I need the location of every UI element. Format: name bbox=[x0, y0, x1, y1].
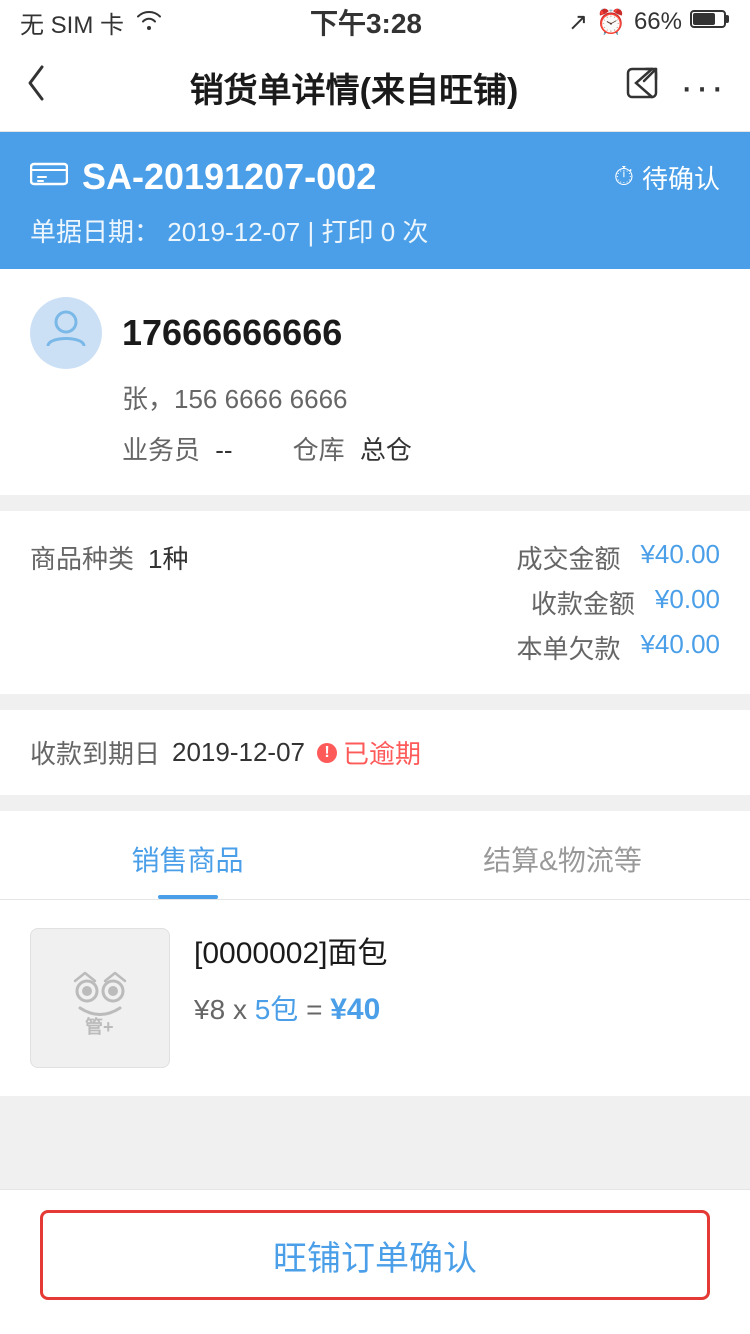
nav-bar: 销货单详情(来自旺铺) ··· bbox=[0, 44, 750, 132]
customer-name: 张，156 6666 6666 bbox=[122, 379, 720, 416]
alarm-icon: ⏰ bbox=[596, 8, 626, 37]
product-name: [0000002]面包 bbox=[194, 928, 720, 972]
order-header-icon bbox=[30, 160, 68, 195]
received-row: 收款金额 ¥0.00 bbox=[531, 584, 720, 621]
product-thumbnail: 管+ bbox=[30, 928, 170, 1068]
page-title: 销货单详情(来自旺铺) bbox=[84, 63, 624, 112]
tabs-row: 销售商品 结算&物流等 bbox=[0, 811, 750, 900]
status-clock-icon: ⏱ bbox=[614, 161, 634, 193]
product-price: ¥8 x 5包 = ¥40 bbox=[194, 988, 720, 1028]
summary-right: 成交金额 ¥40.00 收款金额 ¥0.00 本单欠款 ¥40.00 bbox=[516, 539, 720, 666]
wifi-icon bbox=[134, 8, 164, 37]
order-status-text: 待确认 bbox=[642, 159, 720, 196]
nav-actions: ··· bbox=[624, 65, 726, 110]
warehouse-label: 仓库 总仓 bbox=[293, 430, 412, 467]
overdue-icon: ! bbox=[317, 743, 337, 763]
status-time: 下午3:28 bbox=[310, 2, 422, 42]
customer-row: 17666666666 bbox=[30, 297, 720, 369]
svg-text:管+: 管+ bbox=[85, 1016, 114, 1037]
status-left: 无 SIM 卡 bbox=[20, 5, 164, 40]
back-button[interactable] bbox=[24, 63, 84, 113]
summary-left: 商品种类 1种 bbox=[30, 539, 188, 576]
tab-settlement[interactable]: 结算&物流等 bbox=[375, 811, 750, 899]
bottom-bar: 旺铺订单确认 bbox=[0, 1189, 750, 1334]
multiply-sign: x bbox=[233, 994, 247, 1025]
battery-percent: 66% bbox=[634, 8, 682, 36]
battery-icon bbox=[690, 8, 730, 37]
summary-section: 商品种类 1种 成交金额 ¥40.00 收款金额 ¥0.00 本单欠款 ¥40.… bbox=[0, 511, 750, 694]
total-price: ¥40 bbox=[330, 993, 380, 1026]
amount-value: ¥40.00 bbox=[640, 539, 720, 576]
customer-phone: 17666666666 bbox=[122, 312, 342, 354]
due-section: 收款到期日 2019-12-07 ! 已逾期 bbox=[0, 710, 750, 795]
tab-products[interactable]: 销售商品 bbox=[0, 811, 375, 899]
product-section: 管+ [0000002]面包 ¥8 x 5包 = ¥40 bbox=[0, 900, 750, 1096]
owed-value: ¥40.00 bbox=[640, 629, 720, 666]
date-label: 单据日期： bbox=[30, 217, 160, 247]
quantity: 5包 bbox=[255, 994, 299, 1025]
received-value: ¥0.00 bbox=[655, 584, 720, 621]
customer-section: 17666666666 张，156 6666 6666 业务员 -- 仓库 总仓 bbox=[0, 269, 750, 495]
unit-price: ¥8 bbox=[194, 994, 225, 1025]
more-icon[interactable]: ··· bbox=[680, 65, 726, 110]
amount-row: 成交金额 ¥40.00 bbox=[516, 539, 720, 576]
order-date-value: 2019-12-07 bbox=[167, 217, 300, 247]
status-bar: 无 SIM 卡 下午3:28 ↗ ⏰ 66% bbox=[0, 0, 750, 44]
print-text: 打印 0 次 bbox=[321, 217, 428, 247]
sim-label: 无 SIM 卡 bbox=[20, 5, 124, 40]
confirm-button[interactable]: 旺铺订单确认 bbox=[40, 1210, 710, 1300]
order-header: SA-20191207-002 ⏱ 待确认 单据日期： 2019-12-07 |… bbox=[0, 132, 750, 269]
customer-meta: 业务员 -- 仓库 总仓 bbox=[122, 430, 720, 467]
share-icon[interactable] bbox=[624, 65, 660, 110]
order-id: SA-20191207-002 bbox=[82, 156, 376, 198]
status-right: ↗ ⏰ 66% bbox=[568, 8, 730, 37]
overdue-badge: ! 已逾期 bbox=[317, 734, 421, 771]
sales-label: 业务员 -- bbox=[122, 430, 233, 467]
location-icon: ↗ bbox=[568, 8, 588, 37]
avatar bbox=[30, 297, 102, 369]
order-status: ⏱ 待确认 bbox=[614, 159, 720, 196]
product-item: 管+ [0000002]面包 ¥8 x 5包 = ¥40 bbox=[30, 928, 720, 1068]
order-id-row: SA-20191207-002 ⏱ 待确认 bbox=[30, 156, 720, 198]
overdue-text: 已逾期 bbox=[343, 734, 421, 771]
owed-row: 本单欠款 ¥40.00 bbox=[516, 629, 720, 666]
due-label: 收款到期日 bbox=[30, 734, 160, 771]
order-date-row: 单据日期： 2019-12-07 | 打印 0 次 bbox=[30, 212, 720, 249]
due-date-value: 2019-12-07 bbox=[172, 737, 305, 768]
avatar-icon bbox=[44, 306, 88, 360]
equals-sign: = bbox=[306, 994, 322, 1025]
product-info: [0000002]面包 ¥8 x 5包 = ¥40 bbox=[194, 928, 720, 1028]
tabs-section: 销售商品 结算&物流等 管+ [00000 bbox=[0, 811, 750, 1096]
